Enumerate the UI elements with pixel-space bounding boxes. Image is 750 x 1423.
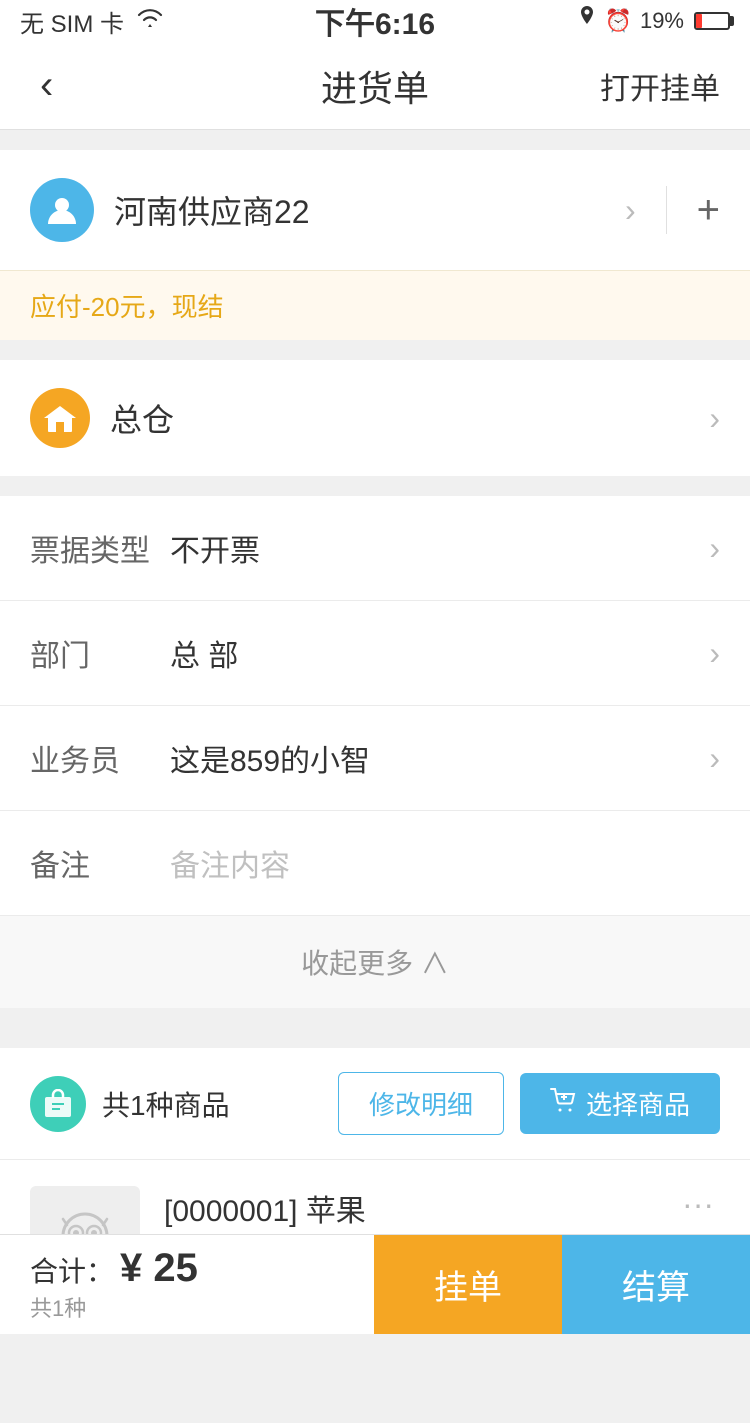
remark-input[interactable]: 备注内容 xyxy=(150,841,720,885)
back-button[interactable]: ‹ xyxy=(30,53,63,118)
section-divider-2 xyxy=(0,340,750,360)
location-icon xyxy=(577,6,597,36)
invoice-type-row[interactable]: 票据类型 不开票 › xyxy=(0,496,750,600)
supplier-section: 河南供应商22 › + 应付-20元，现结 xyxy=(0,150,750,340)
cart-icon xyxy=(550,1088,578,1119)
add-supplier-button[interactable]: + xyxy=(697,188,720,233)
edit-detail-button[interactable]: 修改明细 xyxy=(338,1072,504,1135)
total-label: 合计： xyxy=(30,1250,114,1290)
settle-button[interactable]: 结算 xyxy=(562,1235,750,1334)
status-left: 无 SIM 卡 xyxy=(20,4,166,39)
warehouse-chevron-icon: › xyxy=(709,400,720,437)
carrier-text: 无 SIM 卡 xyxy=(20,4,124,39)
salesman-label: 业务员 xyxy=(30,736,150,780)
bottom-bar: 合计： ¥ 25 共1种 挂单 结算 xyxy=(0,1234,750,1334)
section-divider-3 xyxy=(0,476,750,496)
supplier-chevron-icon: › xyxy=(625,192,636,229)
open-pending-button[interactable]: 打开挂单 xyxy=(600,64,720,108)
battery-percent: 19% xyxy=(640,8,684,34)
product-header: 共1种商品 修改明细 选择商品 xyxy=(0,1048,750,1160)
status-right: ⏰ 19% xyxy=(577,6,730,36)
payment-hint: 应付-20元，现结 xyxy=(0,270,750,340)
collapse-button[interactable]: 收起更多 ∧ xyxy=(0,915,750,1008)
bottom-spacer xyxy=(0,1323,750,1423)
invoice-type-label: 票据类型 xyxy=(30,526,150,570)
warehouse-name: 总仓 xyxy=(110,395,709,441)
battery-icon xyxy=(694,12,730,30)
hang-button[interactable]: 挂单 xyxy=(374,1235,562,1334)
total-amount: ¥ 25 xyxy=(120,1246,198,1291)
vertical-divider xyxy=(666,186,667,234)
supplier-row[interactable]: 河南供应商22 › + xyxy=(0,150,750,270)
invoice-type-chevron-icon: › xyxy=(709,530,720,567)
product-code: [0000001] xyxy=(164,1195,297,1228)
salesman-value: 这是859的小智 xyxy=(150,736,709,780)
select-product-button[interactable]: 选择商品 xyxy=(520,1073,720,1134)
nav-bar: ‹ 进货单 打开挂单 xyxy=(0,42,750,130)
product-title: 苹果 xyxy=(306,1195,366,1228)
invoice-type-value: 不开票 xyxy=(150,526,709,570)
page-title: 进货单 xyxy=(321,60,429,112)
salesman-row[interactable]: 业务员 这是859的小智 › xyxy=(0,705,750,810)
wifi-icon xyxy=(134,6,166,36)
warehouse-icon xyxy=(30,388,90,448)
product-section-icon xyxy=(30,1076,86,1132)
total-line: 合计： ¥ 25 xyxy=(30,1246,344,1291)
department-value: 总 部 xyxy=(150,631,709,675)
form-section: 票据类型 不开票 › 部门 总 部 › 业务员 这是859的小智 › 备注 备注… xyxy=(0,496,750,1008)
status-bar: 无 SIM 卡 下午6:16 ⏰ 19% xyxy=(0,0,750,42)
department-row[interactable]: 部门 总 部 › xyxy=(0,600,750,705)
product-count-text: 共1种商品 xyxy=(102,1084,338,1124)
warehouse-row[interactable]: 总仓 › xyxy=(0,360,750,476)
product-more-button[interactable]: ··· xyxy=(676,1186,720,1223)
total-count: 共1种 xyxy=(30,1291,344,1323)
remark-label: 备注 xyxy=(30,841,150,885)
product-name: [0000001] 苹果 xyxy=(164,1186,676,1230)
alarm-icon: ⏰ xyxy=(605,8,632,34)
select-product-label: 选择商品 xyxy=(586,1085,690,1122)
total-section: 合计： ¥ 25 共1种 xyxy=(0,1235,374,1334)
supplier-avatar xyxy=(30,178,94,242)
department-label: 部门 xyxy=(30,631,150,675)
section-divider-4 xyxy=(0,1008,750,1028)
department-chevron-icon: › xyxy=(709,635,720,672)
remark-row[interactable]: 备注 备注内容 xyxy=(0,810,750,915)
status-time: 下午6:16 xyxy=(315,0,435,43)
supplier-name: 河南供应商22 xyxy=(114,187,625,233)
section-divider-1 xyxy=(0,130,750,150)
salesman-chevron-icon: › xyxy=(709,740,720,777)
